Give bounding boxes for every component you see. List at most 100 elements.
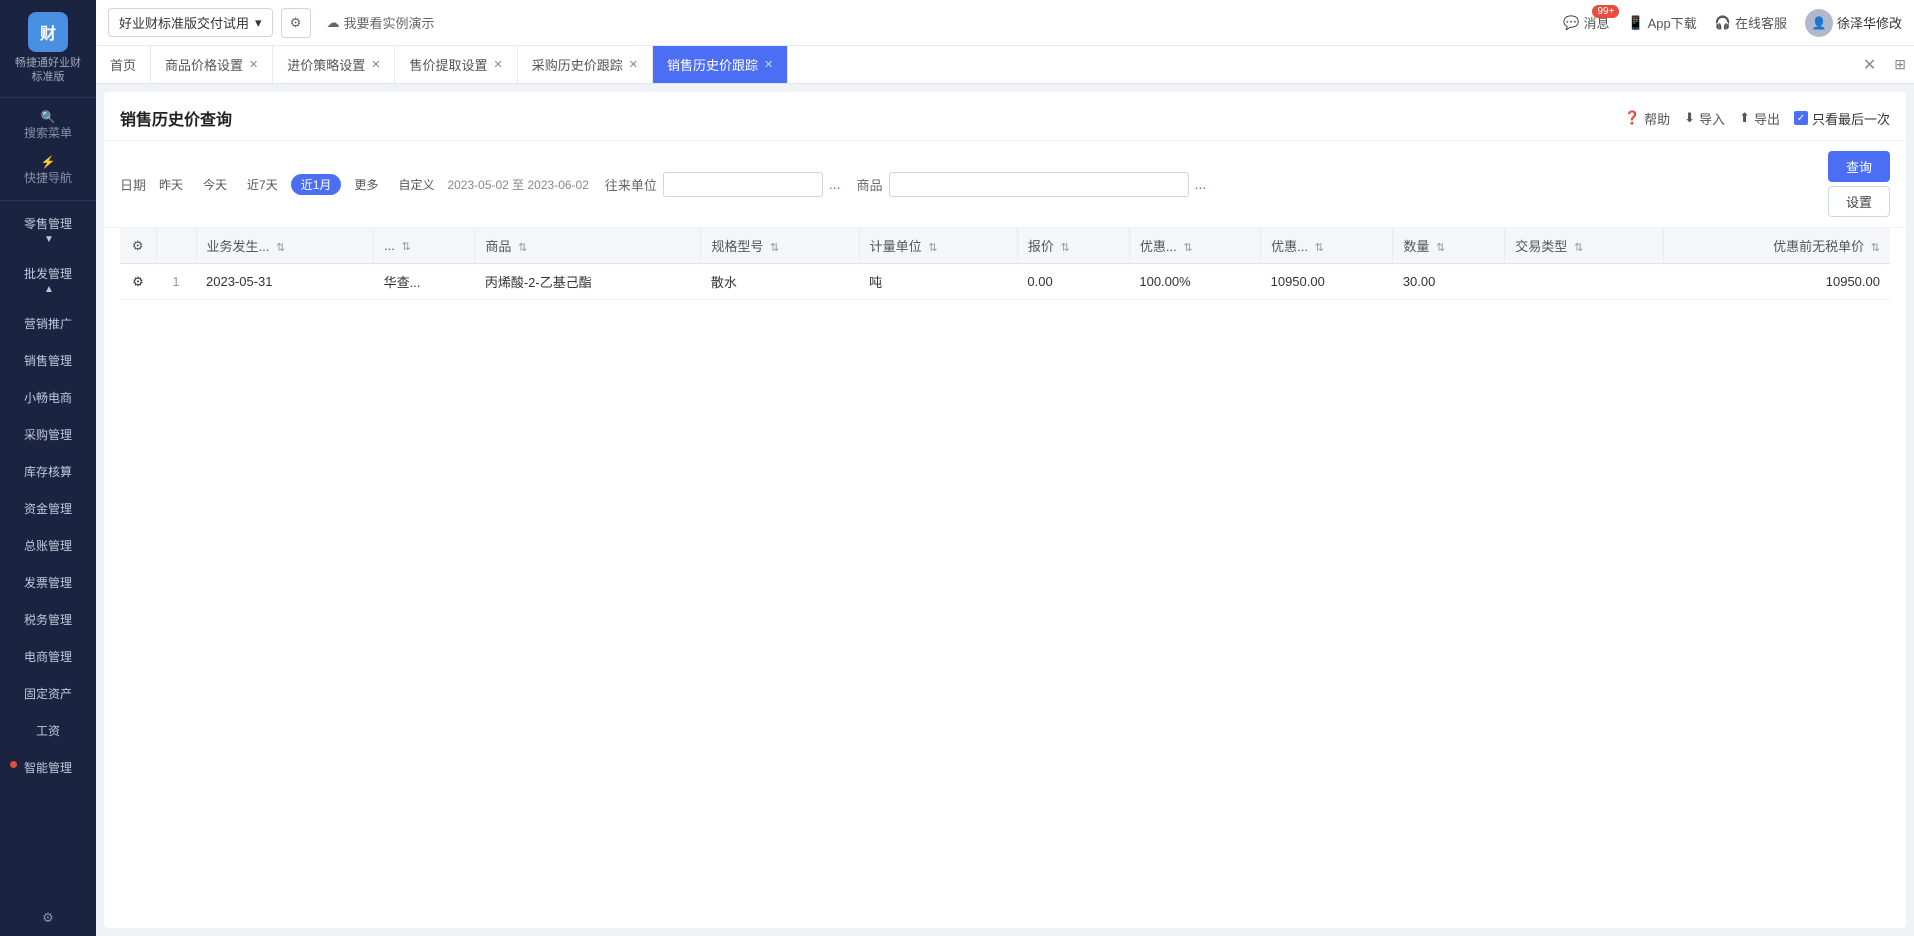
sidebar-item-assets[interactable]: 固定资产 <box>0 675 96 712</box>
date-btn-1month[interactable]: 近1月 <box>291 174 342 195</box>
tab-purchase-history[interactable]: 采购历史价跟踪 ✕ <box>518 46 653 84</box>
sidebar-item-invoice[interactable]: 发票管理 <box>0 564 96 601</box>
col-date[interactable]: 业务发生... ⇅ <box>196 228 374 264</box>
row-spec: 散水 <box>701 264 859 300</box>
sidebar-item-quicknav[interactable]: ⚡快捷导航 <box>0 149 96 192</box>
tab-purchase-history-close[interactable]: ✕ <box>629 58 638 71</box>
row-date: 2023-05-31 <box>196 264 374 300</box>
date-btn-yesterday[interactable]: 昨天 <box>152 174 190 195</box>
app-download-button[interactable]: 📱 App下载 <box>1627 13 1696 32</box>
tab-sales-history[interactable]: 销售历史价跟踪 ✕ <box>653 46 788 84</box>
from-unit-input[interactable] <box>663 172 823 197</box>
wholesale-expand-icon: ▲ <box>44 284 54 295</box>
avatar: 👤 <box>1805 9 1833 37</box>
sidebar-item-salary[interactable]: 工资 <box>0 712 96 749</box>
sidebar-item-search[interactable]: 🔍搜索菜单 <box>0 102 96 149</box>
col-extra[interactable]: ... ⇅ <box>374 228 475 264</box>
sidebar-item-inventory[interactable]: 库存核算 <box>0 453 96 490</box>
col-gear[interactable]: ⚙ <box>120 228 156 264</box>
tabbar-close-button[interactable]: ✕ <box>1853 55 1886 75</box>
col-quantity[interactable]: 数量 ⇅ <box>1393 228 1505 264</box>
col-discount-amt[interactable]: 优惠... ⇅ <box>1261 228 1393 264</box>
from-unit-label: 往来单位 <box>605 175 657 194</box>
col-unit-sort-icon: ⇅ <box>928 242 937 254</box>
sidebar-item-capital[interactable]: 资金管理 <box>0 490 96 527</box>
tab-price-close[interactable]: ✕ <box>249 58 258 71</box>
sidebar-item-smart[interactable]: 智能管理 <box>0 749 96 786</box>
sidebar-item-purchase[interactable]: 采购管理 <box>0 416 96 453</box>
demo-link[interactable]: ☁ 我要看实例演示 <box>327 13 435 32</box>
tabbar-expand-button[interactable]: ⊞ <box>1886 56 1914 73</box>
col-pretax-price-sort-icon: ⇅ <box>1871 242 1880 254</box>
last-only-checkbox[interactable]: ✓ 只看最后一次 <box>1794 109 1890 128</box>
row-extra: 华查... <box>374 264 475 300</box>
user-profile-button[interactable]: 👤 徐泽华修改 <box>1805 9 1902 37</box>
col-price[interactable]: 报价 ⇅ <box>1017 228 1129 264</box>
settings-small-button[interactable]: 设置 <box>1828 186 1890 217</box>
username-label: 徐泽华修改 <box>1837 13 1902 32</box>
table-header-row: ⚙ 业务发生... ⇅ ... ⇅ 商品 ⇅ <box>120 228 1890 264</box>
tab-sale-extract-close[interactable]: ✕ <box>494 58 503 71</box>
sidebar-item-xiaochu[interactable]: 小畅电商 <box>0 379 96 416</box>
topbar-settings-button[interactable]: ⚙ <box>281 8 311 38</box>
sidebar-item-ledger[interactable]: 总账管理 <box>0 527 96 564</box>
message-icon: 💬 <box>1563 15 1579 31</box>
sidebar-item-retail[interactable]: 零售管理 ▼ <box>0 205 96 255</box>
filter-action-buttons: 查询 设置 <box>1828 151 1890 217</box>
import-link[interactable]: ⬇ 导入 <box>1684 109 1725 128</box>
sidebar-settings-button[interactable]: ⚙ <box>0 900 96 936</box>
tab-purchase-strategy[interactable]: 进价策略设置 ✕ <box>273 46 395 84</box>
col-product[interactable]: 商品 ⇅ <box>475 228 701 264</box>
col-trans-type-sort-icon: ⇅ <box>1574 242 1583 254</box>
col-trans-type[interactable]: 交易类型 ⇅ <box>1505 228 1663 264</box>
date-btn-more[interactable]: 更多 <box>347 174 385 195</box>
col-extra-sort-icon: ⇅ <box>402 241 411 253</box>
row-price: 0.00 <box>1017 264 1129 300</box>
date-btn-custom[interactable]: 自定义 <box>391 174 441 195</box>
query-button[interactable]: 查询 <box>1828 151 1890 182</box>
tab-price[interactable]: 商品价格设置 ✕ <box>151 46 273 84</box>
environment-selector[interactable]: 好业财标准版交付试用 ▾ <box>108 8 273 37</box>
help-icon: ❓ <box>1624 110 1640 126</box>
tab-home[interactable]: 首页 <box>96 46 151 84</box>
col-unit[interactable]: 计量单位 ⇅ <box>859 228 1017 264</box>
filter-bar: 日期 昨天 今天 近7天 近1月 更多 自定义 2023-05-02 至 202… <box>104 141 1906 228</box>
online-service-button[interactable]: 🎧 在线客服 <box>1715 13 1787 32</box>
row-gear[interactable]: ⚙ <box>120 264 156 300</box>
row-quantity: 30.00 <box>1393 264 1505 300</box>
help-link[interactable]: ❓ 帮助 <box>1624 109 1670 128</box>
sidebar-item-wholesale[interactable]: 批发管理 ▲ <box>0 255 96 305</box>
col-discount-pct[interactable]: 优惠... ⇅ <box>1129 228 1260 264</box>
logo-text: 畅捷通好业财 标准版 <box>15 56 81 85</box>
sidebar-divider-1 <box>0 200 96 201</box>
tab-purchase-history-label: 采购历史价跟踪 <box>532 55 623 74</box>
tab-sale-extract[interactable]: 售价提取设置 ✕ <box>395 46 517 84</box>
row-trans-type <box>1505 264 1663 300</box>
date-btn-7days[interactable]: 近7天 <box>240 174 285 195</box>
product-dots[interactable]: ... <box>1195 176 1207 192</box>
product-input[interactable] <box>889 172 1189 197</box>
tab-sales-history-close[interactable]: ✕ <box>764 58 773 71</box>
col-spec[interactable]: 规格型号 ⇅ <box>701 228 859 264</box>
app-download-label: App下载 <box>1648 13 1697 32</box>
sidebar-item-marketing[interactable]: 营销推广 <box>0 305 96 342</box>
smart-dot <box>10 761 17 768</box>
col-spec-sort-icon: ⇅ <box>770 242 779 254</box>
selector-dropdown-icon: ▾ <box>255 15 262 31</box>
row-unit: 吨 <box>859 264 1017 300</box>
sidebar-item-sales[interactable]: 销售管理 <box>0 342 96 379</box>
sidebar-logo: 财 畅捷通好业财 标准版 <box>0 0 96 98</box>
tab-home-label: 首页 <box>110 55 136 74</box>
tab-purchase-strategy-close[interactable]: ✕ <box>371 58 380 71</box>
from-unit-dots[interactable]: ... <box>829 176 841 192</box>
table-area: ⚙ 业务发生... ⇅ ... ⇅ 商品 ⇅ <box>104 228 1906 928</box>
export-link[interactable]: ⬆ 导出 <box>1739 109 1780 128</box>
export-label: 导出 <box>1754 109 1780 128</box>
sidebar-item-ecommerce[interactable]: 电商管理 <box>0 638 96 675</box>
import-label: 导入 <box>1699 109 1725 128</box>
checkbox-checked-icon: ✓ <box>1794 111 1808 125</box>
sidebar-item-tax[interactable]: 税务管理 <box>0 601 96 638</box>
message-button[interactable]: 💬 消息 99+ <box>1563 13 1609 32</box>
col-pretax-price[interactable]: 优惠前无税单价 ⇅ <box>1663 228 1890 264</box>
date-btn-today[interactable]: 今天 <box>196 174 234 195</box>
